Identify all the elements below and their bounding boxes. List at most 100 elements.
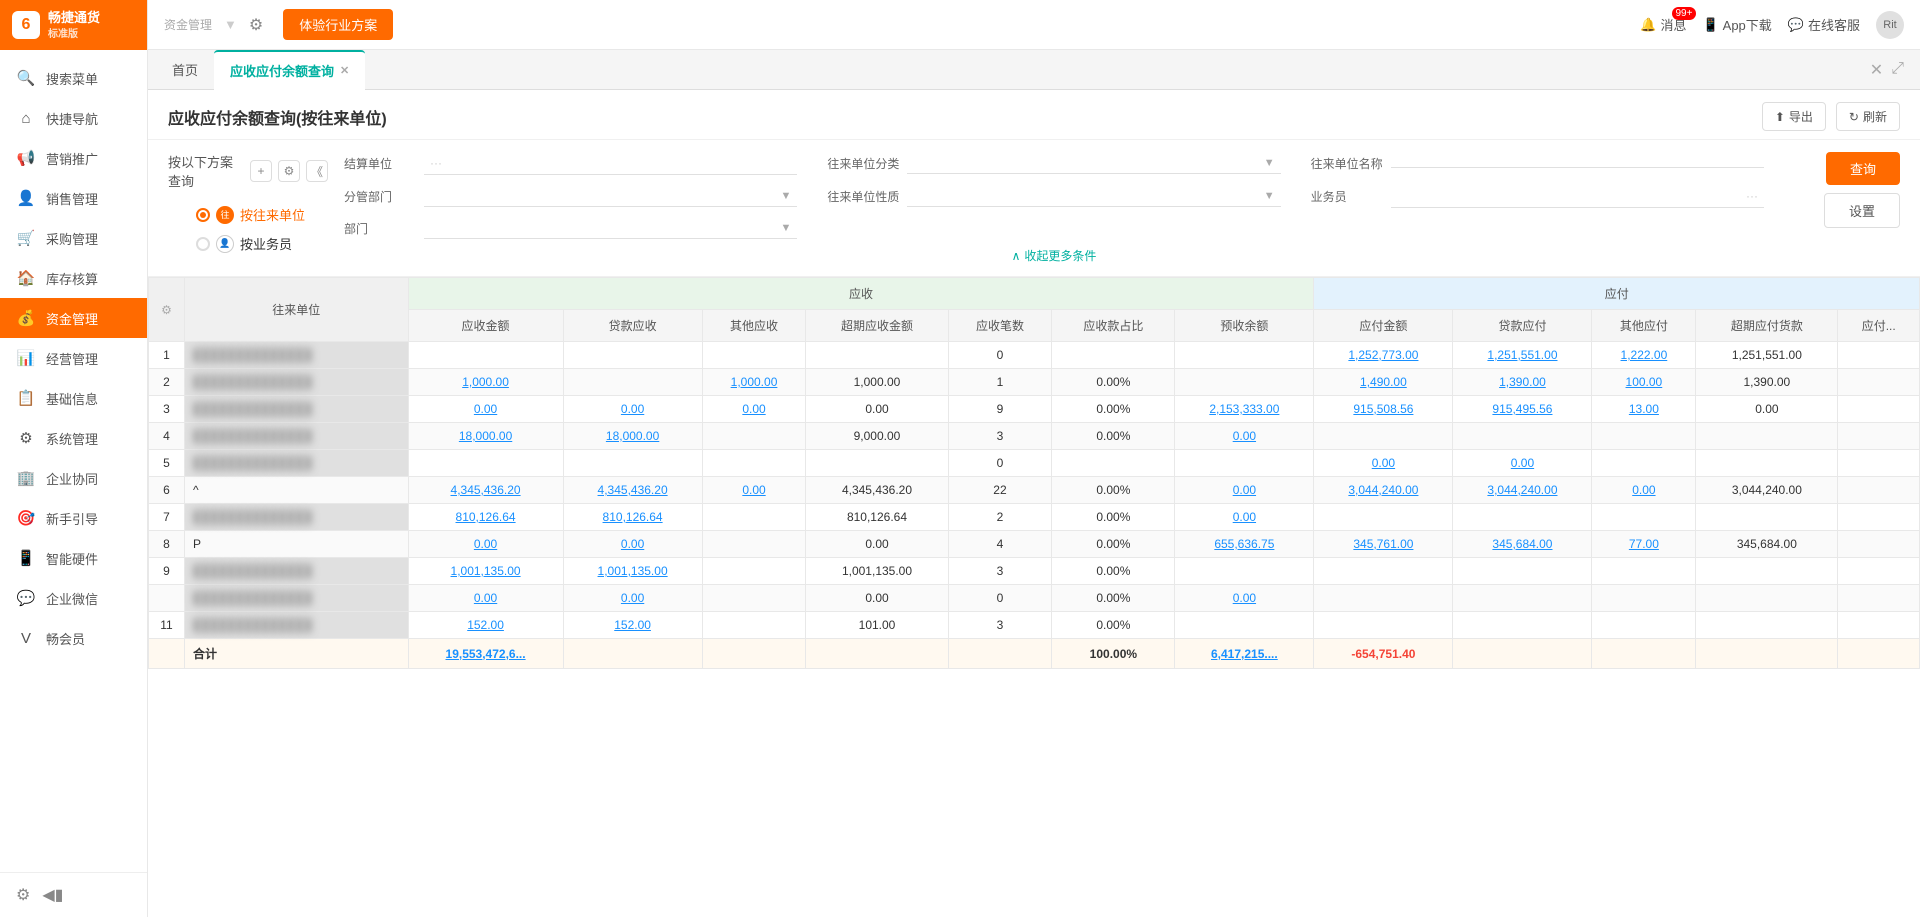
row-ap-other[interactable]: 13.00 bbox=[1592, 396, 1696, 423]
row-ap-amount[interactable]: 0.00 bbox=[1314, 450, 1453, 477]
row-ap-other[interactable]: 100.00 bbox=[1592, 369, 1696, 396]
row-ar-amount[interactable]: 4,345,436.20 bbox=[408, 477, 563, 504]
gear-icon[interactable]: ⚙ bbox=[249, 15, 263, 35]
app-download-button[interactable]: 📱 App下载 bbox=[1702, 15, 1771, 34]
row-ap-amount[interactable]: 1,252,773.00 bbox=[1314, 342, 1453, 369]
refresh-button[interactable]: ↻ 刷新 bbox=[1836, 102, 1900, 131]
row-ar-amount[interactable]: 1,001,135.00 bbox=[408, 558, 563, 585]
sidebar-item-member[interactable]: V 畅会员 bbox=[0, 618, 147, 658]
row-ar-amount[interactable]: 152.00 bbox=[408, 612, 563, 639]
partner-category-input[interactable]: ▼ bbox=[907, 153, 1280, 174]
row-ar-amount[interactable]: 810,126.64 bbox=[408, 504, 563, 531]
row-ar-prepay[interactable]: 655,636.75 bbox=[1175, 531, 1314, 558]
row-ar-other[interactable]: 0.00 bbox=[702, 477, 806, 504]
settlement-unit-input[interactable]: ··· bbox=[424, 152, 797, 175]
row-ap-loan[interactable]: 1,390.00 bbox=[1453, 369, 1592, 396]
dept-manager-input[interactable]: ▼ bbox=[424, 186, 797, 207]
row-ar-amount[interactable]: 0.00 bbox=[408, 396, 563, 423]
row-ar-loan[interactable]: 18,000.00 bbox=[563, 423, 702, 450]
row-ar-loan[interactable]: 4,345,436.20 bbox=[563, 477, 702, 504]
tab-ar-ap[interactable]: 应收应付余额查询 ✕ bbox=[214, 50, 365, 90]
footer-ar-amount[interactable]: 19,553,472,6... bbox=[408, 639, 563, 669]
sidebar-icon-operations: 📊 bbox=[16, 348, 36, 368]
close-window-icon[interactable]: ✕ bbox=[1870, 60, 1883, 80]
row-ap-amount[interactable]: 3,044,240.00 bbox=[1314, 477, 1453, 504]
collapse-scheme-button[interactable]: 《 bbox=[306, 160, 328, 182]
sidebar-item-sales[interactable]: 👤 销售管理 bbox=[0, 178, 147, 218]
row-ar-other[interactable]: 0.00 bbox=[702, 396, 806, 423]
row-ap-loan[interactable]: 915,495.56 bbox=[1453, 396, 1592, 423]
sidebar-item-search[interactable]: 🔍 搜索菜单 bbox=[0, 58, 147, 98]
row-ar-amount[interactable]: 0.00 bbox=[408, 585, 563, 612]
row-ap-amount[interactable]: 1,490.00 bbox=[1314, 369, 1453, 396]
user-avatar[interactable]: Rit bbox=[1876, 11, 1904, 39]
row-ap-loan[interactable]: 0.00 bbox=[1453, 450, 1592, 477]
partner-name-input[interactable] bbox=[1391, 159, 1764, 168]
sidebar-item-corp[interactable]: 🏢 企业协同 bbox=[0, 458, 147, 498]
row-ar-prepay[interactable]: 2,153,333.00 bbox=[1175, 396, 1314, 423]
settings-icon[interactable]: ⚙ bbox=[161, 303, 172, 317]
download-icon: 📱 bbox=[1702, 17, 1718, 33]
row-ar-amount[interactable]: 0.00 bbox=[408, 531, 563, 558]
chevron-down-icon[interactable]: ▼ bbox=[224, 17, 237, 32]
edit-scheme-button[interactable]: ⚙ bbox=[278, 160, 300, 182]
row-ar-other[interactable]: 1,000.00 bbox=[702, 369, 806, 396]
sidebar-item-finance[interactable]: 💰 资金管理 bbox=[0, 298, 147, 338]
row-ap-other[interactable]: 77.00 bbox=[1592, 531, 1696, 558]
row-ap-loan[interactable]: 3,044,240.00 bbox=[1453, 477, 1592, 504]
collapse-icon[interactable]: ◀▮ bbox=[42, 885, 63, 905]
sidebar-item-marketing[interactable]: 📢 营销推广 bbox=[0, 138, 147, 178]
notifications-button[interactable]: 🔔 消息 99+ bbox=[1640, 15, 1686, 34]
sidebar-item-operations[interactable]: 📊 经营管理 bbox=[0, 338, 147, 378]
filter-by-staff[interactable]: 👤 按业务员 bbox=[196, 231, 328, 256]
sidebar-item-guide[interactable]: 🎯 新手引导 bbox=[0, 498, 147, 538]
row-ar-prepay[interactable]: 0.00 bbox=[1175, 504, 1314, 531]
settlement-unit-label: 结算单位 bbox=[344, 155, 416, 172]
row-ar-loan[interactable]: 0.00 bbox=[563, 531, 702, 558]
query-button[interactable]: 查询 bbox=[1826, 152, 1900, 185]
sidebar-item-warehouse[interactable]: 🏠 库存核算 bbox=[0, 258, 147, 298]
sidebar-item-nav[interactable]: ⌂ 快捷导航 bbox=[0, 98, 147, 138]
partner-nature-input[interactable]: ▼ bbox=[907, 186, 1280, 207]
row-ap-overdue bbox=[1696, 423, 1838, 450]
setting-button[interactable]: 设置 bbox=[1824, 193, 1900, 228]
row-ar-loan[interactable]: 0.00 bbox=[563, 396, 702, 423]
row-ar-ratio bbox=[1052, 342, 1175, 369]
row-ap-amount[interactable]: 915,508.56 bbox=[1314, 396, 1453, 423]
collapse-button[interactable]: ∧ 收起更多条件 bbox=[1012, 247, 1097, 264]
filter-by-partner[interactable]: 往 按往来单位 bbox=[196, 202, 328, 227]
tab-close-icon[interactable]: ✕ bbox=[340, 64, 349, 77]
sidebar-item-purchase[interactable]: 🛒 采购管理 bbox=[0, 218, 147, 258]
maximize-icon[interactable]: ⤢ bbox=[1891, 60, 1904, 80]
row-ap-amount[interactable]: 345,761.00 bbox=[1314, 531, 1453, 558]
promo-button[interactable]: 体验行业方案 bbox=[283, 9, 393, 40]
scheme-label: 按以下方案查询 bbox=[168, 152, 242, 190]
online-service-button[interactable]: 💬 在线客服 bbox=[1788, 15, 1860, 34]
row-ap-more bbox=[1838, 585, 1920, 612]
row-ar-loan[interactable]: 1,001,135.00 bbox=[563, 558, 702, 585]
row-ar-amount[interactable]: 1,000.00 bbox=[408, 369, 563, 396]
settings-icon[interactable]: ⚙ bbox=[16, 885, 30, 905]
add-scheme-button[interactable]: + bbox=[250, 160, 272, 182]
row-ar-loan[interactable]: 810,126.64 bbox=[563, 504, 702, 531]
export-button[interactable]: ⬆ 导出 bbox=[1762, 102, 1826, 131]
salesperson-input[interactable]: ··· bbox=[1391, 185, 1764, 208]
row-ar-amount[interactable]: 18,000.00 bbox=[408, 423, 563, 450]
sidebar-item-wechat[interactable]: 💬 企业微信 bbox=[0, 578, 147, 618]
tab-home[interactable]: 首页 bbox=[156, 50, 214, 90]
row-ar-prepay[interactable]: 0.00 bbox=[1175, 477, 1314, 504]
row-ap-loan[interactable]: 1,251,551.00 bbox=[1453, 342, 1592, 369]
row-ar-prepay[interactable]: 0.00 bbox=[1175, 585, 1314, 612]
sidebar-item-hardware[interactable]: 📱 智能硬件 bbox=[0, 538, 147, 578]
footer-ar-prepay[interactable]: 6,417,215.... bbox=[1175, 639, 1314, 669]
col-settings[interactable]: ⚙ bbox=[149, 278, 185, 342]
department-input[interactable]: ▼ bbox=[424, 218, 797, 239]
row-ar-loan[interactable]: 152.00 bbox=[563, 612, 702, 639]
row-ar-loan[interactable]: 0.00 bbox=[563, 585, 702, 612]
sidebar-item-system[interactable]: ⚙ 系统管理 bbox=[0, 418, 147, 458]
sidebar-item-base[interactable]: 📋 基础信息 bbox=[0, 378, 147, 418]
row-ap-other[interactable]: 1,222.00 bbox=[1592, 342, 1696, 369]
row-ap-other[interactable]: 0.00 bbox=[1592, 477, 1696, 504]
row-ap-loan[interactable]: 345,684.00 bbox=[1453, 531, 1592, 558]
row-ar-prepay[interactable]: 0.00 bbox=[1175, 423, 1314, 450]
